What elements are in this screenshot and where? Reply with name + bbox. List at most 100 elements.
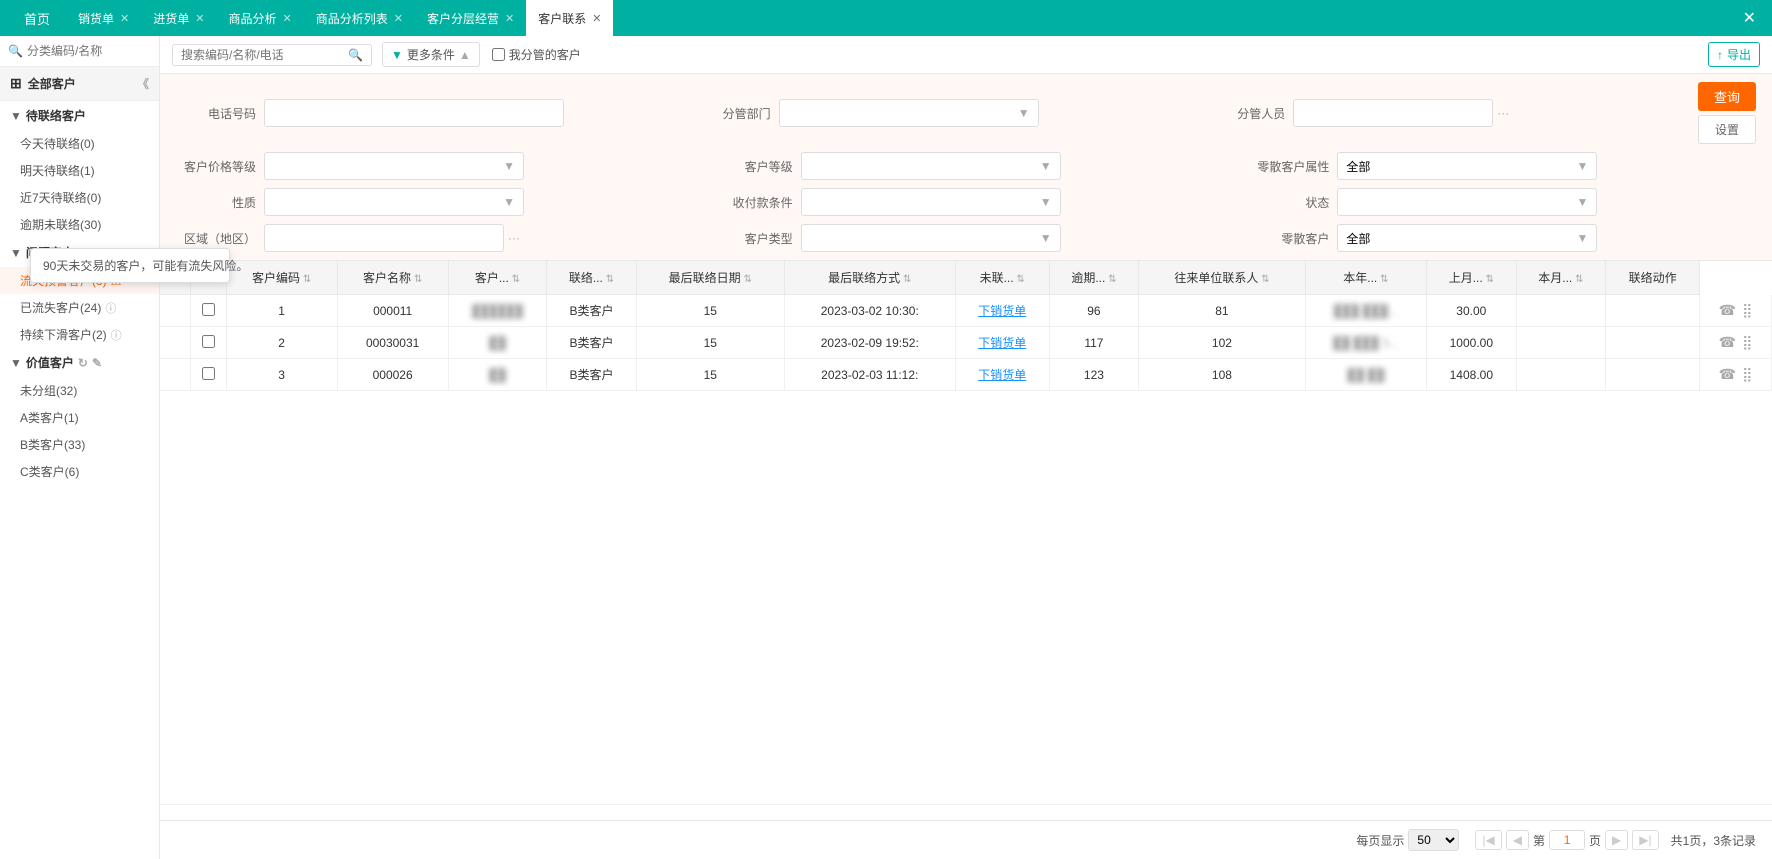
sidebar-group-value[interactable]: ▼ 价值客户 ↻ ✎ bbox=[0, 348, 159, 377]
more-action-icon[interactable]: ⣿ bbox=[1742, 302, 1752, 319]
more-conditions-button[interactable]: ▼ 更多条件 ▲ bbox=[382, 42, 480, 67]
first-page-button[interactable]: |◀ bbox=[1475, 830, 1501, 850]
sidebar-group-pending[interactable]: ▼ 待联络客户 bbox=[0, 101, 159, 130]
nav-tab-1[interactable]: 进货单 ✕ bbox=[141, 0, 216, 36]
export-button[interactable]: ↑ 导出 bbox=[1708, 42, 1760, 67]
more-action-icon[interactable]: ⣿ bbox=[1742, 366, 1752, 383]
col-year-amount[interactable]: 本年... bbox=[1305, 261, 1426, 295]
sidebar-item-overdue-contact[interactable]: 逾期未联络(30) bbox=[0, 211, 159, 238]
contact-icon[interactable]: ☎ bbox=[1719, 302, 1736, 319]
more-action-icon[interactable]: ⣿ bbox=[1742, 334, 1752, 351]
sidebar-item-class-a[interactable]: A类客户(1) bbox=[0, 404, 159, 431]
nav-tab-2[interactable]: 商品分析 ✕ bbox=[216, 0, 303, 36]
col-cur-month[interactable]: 本月... bbox=[1516, 261, 1606, 295]
content-area: 🔍 ▼ 更多条件 ▲ 我分管的客户 ↑ 导出 bbox=[160, 36, 1772, 859]
row-last-contact-method[interactable]: 下销货单 bbox=[955, 327, 1049, 359]
sidebar-item-7days[interactable]: 近7天待联络(0) bbox=[0, 184, 159, 211]
nature-select[interactable]: ▼ bbox=[264, 188, 524, 216]
sidebar-item-tomorrow[interactable]: 明天待联络(1) bbox=[0, 157, 159, 184]
refresh-icon[interactable]: ↻ bbox=[78, 356, 88, 370]
next-page-button[interactable]: ▶ bbox=[1605, 830, 1628, 850]
row-checkbox[interactable] bbox=[202, 335, 215, 348]
nav-tab-0[interactable]: 销货单 ✕ bbox=[66, 0, 141, 36]
row-checkbox[interactable] bbox=[202, 303, 215, 316]
chevron-down-icon: ▼ bbox=[1576, 195, 1588, 209]
col-name[interactable]: 客户名称 bbox=[337, 261, 448, 295]
nav-home[interactable]: 首页 bbox=[8, 0, 66, 36]
nav-tab-3[interactable]: 商品分析列表 ✕ bbox=[304, 0, 415, 36]
sidebar-item-ungrouped[interactable]: 未分组(32) bbox=[0, 377, 159, 404]
zero-attr-select[interactable]: 全部 ▼ bbox=[1337, 152, 1597, 180]
row-linked-person: ██ ██ bbox=[1305, 359, 1426, 391]
window-close-button[interactable]: ✕ bbox=[1735, 8, 1764, 28]
close-icon[interactable]: ✕ bbox=[505, 12, 514, 25]
ellipsis-button[interactable]: ··· bbox=[508, 231, 520, 245]
col-actions: 联络动作 bbox=[1606, 261, 1700, 295]
customer-type-select[interactable]: ▼ bbox=[801, 224, 1061, 252]
page-size-label: 每页显示 bbox=[1356, 832, 1404, 849]
nav-tab-5[interactable]: 客户联系 ✕ bbox=[526, 0, 613, 36]
ellipsis-button[interactable]: ··· bbox=[1497, 106, 1509, 120]
sidebar-item-class-c[interactable]: C类客户(6) bbox=[0, 458, 159, 485]
status-select[interactable]: ▼ bbox=[1337, 188, 1597, 216]
sidebar-item-class-b[interactable]: B类客户(33) bbox=[0, 431, 159, 458]
col-overdue[interactable]: 逾期... bbox=[1049, 261, 1139, 295]
manager-label: 分管人员 bbox=[1205, 105, 1285, 122]
phone-input[interactable] bbox=[264, 99, 564, 127]
contact-icon[interactable]: ☎ bbox=[1719, 334, 1736, 351]
search-icon: 🔍 bbox=[8, 44, 23, 58]
main-search-input[interactable] bbox=[181, 48, 344, 62]
col-linked-person[interactable]: 往来单位联系人 bbox=[1139, 261, 1306, 295]
region-input[interactable] bbox=[264, 224, 504, 252]
row-index-cell bbox=[190, 359, 226, 391]
close-icon[interactable]: ✕ bbox=[195, 12, 204, 25]
dept-select[interactable]: ▼ bbox=[779, 99, 1039, 127]
col-last-contact-date[interactable]: 最后联络日期 bbox=[636, 261, 784, 295]
close-icon[interactable]: ✕ bbox=[592, 12, 601, 25]
query-button[interactable]: 查询 bbox=[1698, 82, 1756, 111]
prev-page-button[interactable]: ◀ bbox=[1506, 830, 1529, 850]
row-category: B类客户 bbox=[547, 295, 637, 327]
filter-row-4: 区域（地区） ··· 客户类型 ▼ 零散客户 全部 bbox=[176, 224, 1756, 252]
my-customers-checkbox[interactable] bbox=[492, 48, 505, 61]
row-category: B类客户 bbox=[547, 359, 637, 391]
col-last-month[interactable]: 上月... bbox=[1427, 261, 1517, 295]
price-grade-select[interactable]: ▼ bbox=[264, 152, 524, 180]
arrow-down-icon: ▼ bbox=[10, 246, 22, 260]
search-button[interactable]: 🔍 bbox=[348, 48, 363, 62]
row-last-contact-date: 2023-02-03 11:12: bbox=[784, 359, 955, 391]
sidebar-all-customers[interactable]: ⊞ 全部客户 《 bbox=[0, 67, 159, 101]
col-last-contact-method[interactable]: 最后联络方式 bbox=[784, 261, 955, 295]
filter-field-price-grade: 客户价格等级 ▼ bbox=[176, 152, 683, 180]
sidebar-item-today[interactable]: 今天待联络(0) bbox=[0, 130, 159, 157]
col-category[interactable]: 客户... bbox=[448, 261, 547, 295]
row-contact-count: 15 bbox=[636, 327, 784, 359]
row-last-contact-method[interactable]: 下销货单 bbox=[955, 295, 1049, 327]
horizontal-scrollbar[interactable] bbox=[160, 804, 1772, 820]
close-icon[interactable]: ✕ bbox=[394, 12, 403, 25]
row-checkbox[interactable] bbox=[202, 367, 215, 380]
page-number-input[interactable] bbox=[1549, 830, 1585, 850]
my-customers-checkbox-wrap[interactable]: 我分管的客户 bbox=[492, 46, 581, 63]
settings-button[interactable]: 设置 bbox=[1698, 115, 1756, 144]
nav-tab-4[interactable]: 客户分层经营 ✕ bbox=[415, 0, 526, 36]
col-contact-count[interactable]: 联络... bbox=[547, 261, 637, 295]
manager-input[interactable] bbox=[1293, 99, 1493, 127]
sidebar-item-declining[interactable]: 持续下滑客户(2) ⓘ bbox=[0, 321, 159, 348]
contact-icon[interactable]: ☎ bbox=[1719, 366, 1736, 383]
page-size-select[interactable]: 50 100 200 bbox=[1408, 829, 1459, 851]
edit-icon[interactable]: ✎ bbox=[92, 356, 102, 370]
close-icon[interactable]: ✕ bbox=[283, 12, 292, 25]
close-icon[interactable]: ✕ bbox=[120, 12, 129, 25]
row-name: ██ bbox=[448, 327, 547, 359]
sidebar-item-churned[interactable]: 已流失客户(24) ⓘ bbox=[0, 294, 159, 321]
chevron-down-icon: ▼ bbox=[503, 195, 515, 209]
last-page-button[interactable]: ▶| bbox=[1632, 830, 1658, 850]
sidebar-search-input[interactable] bbox=[27, 44, 160, 58]
page-label: 第 bbox=[1533, 832, 1545, 849]
payment-select[interactable]: ▼ bbox=[801, 188, 1061, 216]
grade-select[interactable]: ▼ bbox=[801, 152, 1061, 180]
row-last-contact-method[interactable]: 下销货单 bbox=[955, 359, 1049, 391]
zero-customer-select[interactable]: 全部 ▼ bbox=[1337, 224, 1597, 252]
col-unlinked-days[interactable]: 未联... bbox=[955, 261, 1049, 295]
